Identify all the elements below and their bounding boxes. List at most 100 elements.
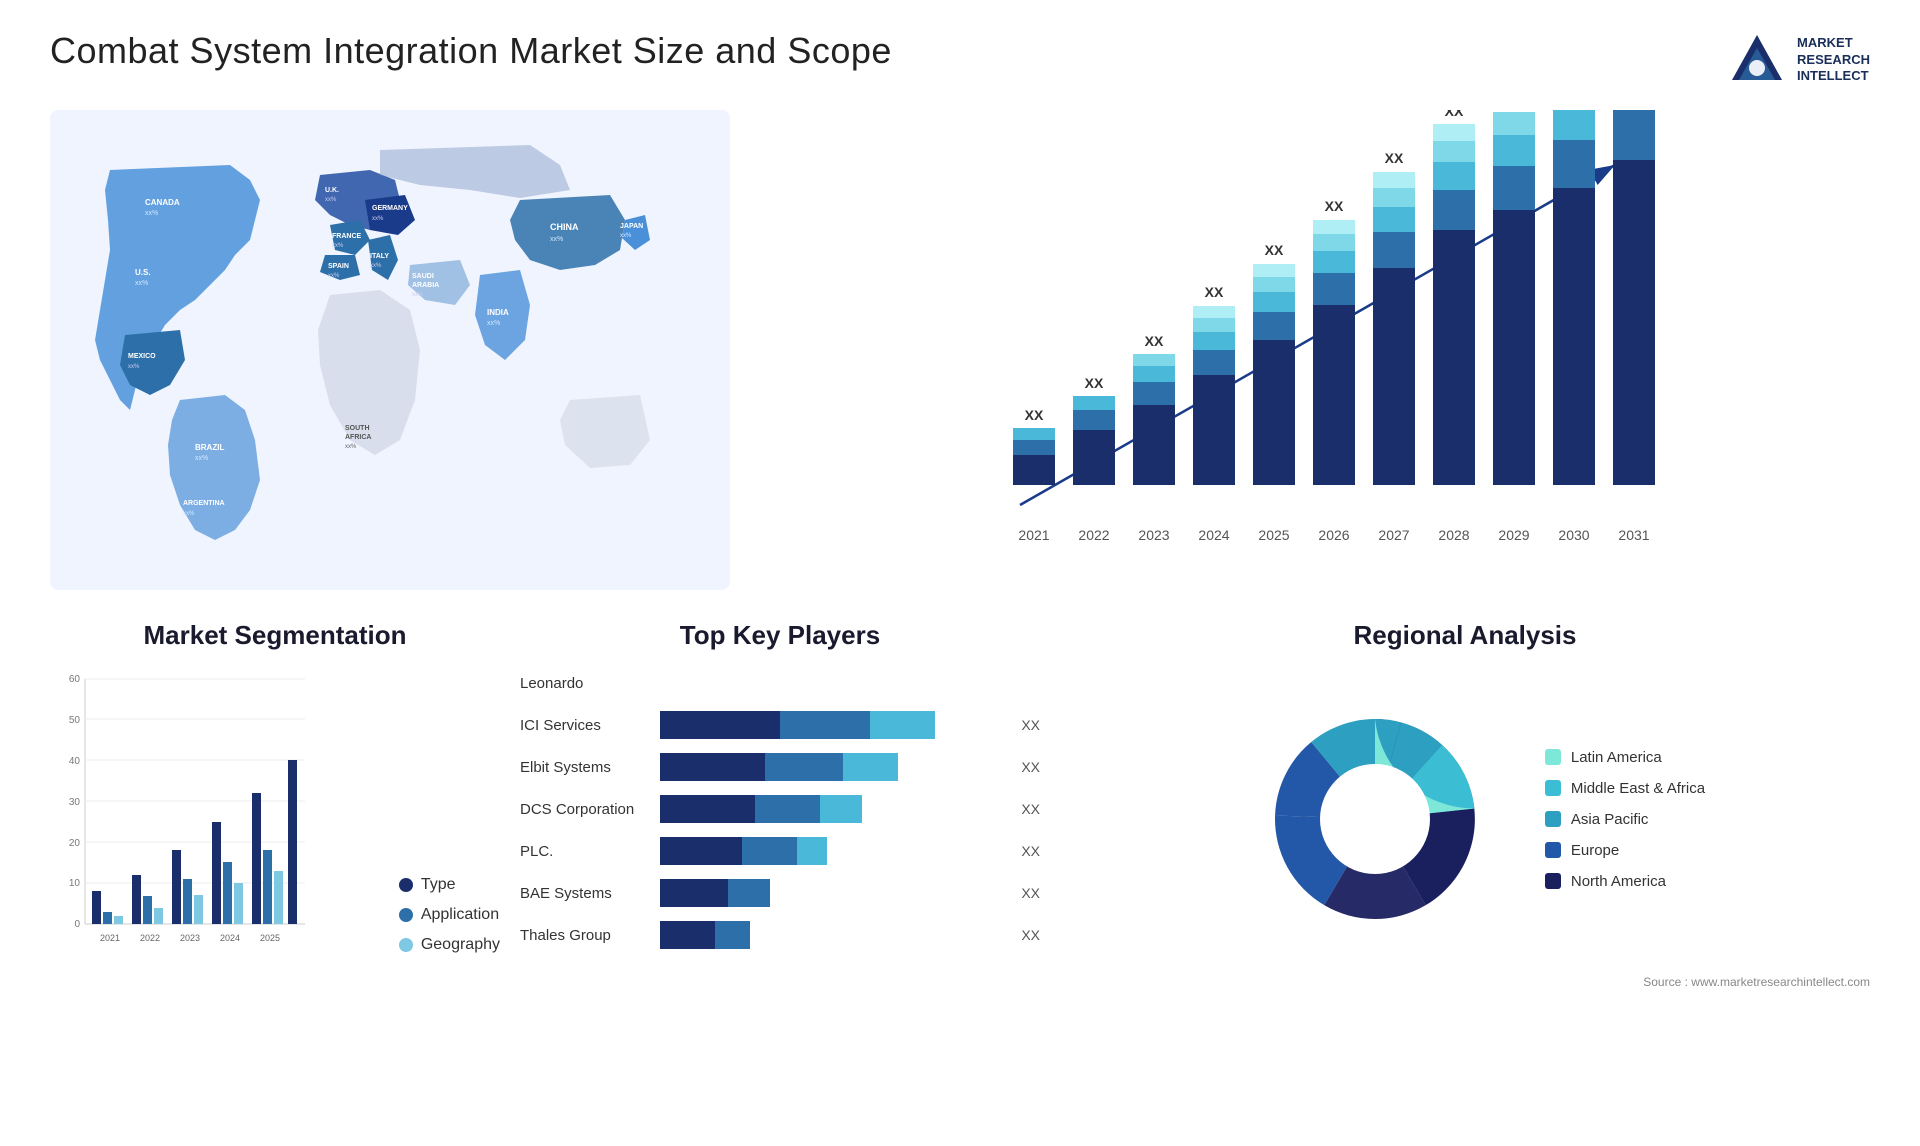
- bar-seg2: [715, 921, 750, 949]
- svg-text:0: 0: [74, 919, 80, 930]
- player-row: PLC. XX: [520, 837, 1040, 865]
- legend-type: Type: [399, 876, 500, 894]
- north-america-dot: [1545, 873, 1561, 889]
- svg-text:GERMANY: GERMANY: [372, 205, 408, 212]
- key-players-section: Top Key Players Leonardo ICI Services XX: [520, 620, 1040, 1050]
- svg-text:CANADA: CANADA: [145, 198, 180, 207]
- svg-text:xx%: xx%: [370, 263, 382, 269]
- svg-text:SPAIN: SPAIN: [328, 263, 349, 270]
- bar-seg1: [660, 753, 765, 781]
- svg-text:xx%: xx%: [412, 292, 424, 298]
- seg-chart-area: 0 10 20 30 40 50 60: [50, 669, 500, 974]
- donut-wrap: [1225, 669, 1525, 969]
- top-section: CANADA xx% U.S. xx% MEXICO xx% BRAZIL xx…: [50, 110, 1870, 590]
- svg-text:xx%: xx%: [128, 364, 140, 370]
- bar-seg1: [660, 711, 780, 739]
- svg-text:MEXICO: MEXICO: [128, 353, 156, 360]
- regional-title: Regional Analysis: [1060, 620, 1870, 651]
- player-label: XX: [1021, 801, 1040, 817]
- svg-text:2029: 2029: [1498, 527, 1529, 543]
- svg-text:xx%: xx%: [145, 210, 158, 217]
- player-name: PLC.: [520, 843, 650, 860]
- legend-asia-pacific: Asia Pacific: [1545, 811, 1705, 828]
- svg-text:AFRICA: AFRICA: [345, 434, 371, 441]
- player-label: XX: [1021, 885, 1040, 901]
- bar-seg2: [765, 753, 843, 781]
- svg-text:2024: 2024: [1198, 527, 1229, 543]
- bar-seg2: [728, 879, 770, 907]
- svg-text:2026: 2026: [1318, 527, 1349, 543]
- player-row: BAE Systems XX: [520, 879, 1040, 907]
- segmentation-section: Market Segmentation 0 10 20 30: [50, 620, 500, 1050]
- svg-text:XX: XX: [1145, 333, 1164, 349]
- legend-europe: Europe: [1545, 842, 1705, 859]
- latin-america-label: Latin America: [1571, 749, 1662, 766]
- logo-icon: [1727, 30, 1787, 90]
- svg-text:2021: 2021: [1018, 527, 1049, 543]
- player-row: Elbit Systems XX: [520, 753, 1040, 781]
- player-bar-wrap: [660, 879, 1005, 907]
- bar-seg2: [742, 837, 797, 865]
- bar-seg1: [660, 921, 715, 949]
- svg-text:2027: 2027: [1378, 527, 1409, 543]
- key-players-title: Top Key Players: [520, 620, 1040, 651]
- svg-text:60: 60: [69, 674, 81, 685]
- player-bar-wrap: [660, 753, 1005, 781]
- svg-text:xx%: xx%: [135, 280, 148, 287]
- player-label: XX: [1021, 759, 1040, 775]
- asia-pacific-label: Asia Pacific: [1571, 811, 1649, 828]
- latin-america-dot: [1545, 749, 1561, 765]
- player-row: DCS Corporation XX: [520, 795, 1040, 823]
- bar-chart-container: XX 2021 XX 2022 XX: [760, 110, 1870, 590]
- svg-text:SAUDI: SAUDI: [412, 273, 434, 280]
- bar-seg3: [843, 753, 898, 781]
- svg-text:2022: 2022: [1078, 527, 1109, 543]
- seg-chart-svg: 0 10 20 30 40 50 60: [50, 669, 310, 969]
- segmentation-title: Market Segmentation: [50, 620, 500, 651]
- svg-text:xx%: xx%: [372, 216, 384, 222]
- europe-label: Europe: [1571, 842, 1619, 859]
- player-name: DCS Corporation: [520, 801, 650, 818]
- player-label: XX: [1021, 843, 1040, 859]
- svg-text:JAPAN: JAPAN: [620, 223, 643, 230]
- mea-dot: [1545, 780, 1561, 796]
- region-legend: Latin America Middle East & Africa Asia …: [1545, 749, 1705, 890]
- player-bar-wrap: [660, 795, 1005, 823]
- svg-text:xx%: xx%: [328, 273, 340, 279]
- svg-text:XX: XX: [1205, 284, 1224, 300]
- bottom-section: Market Segmentation 0 10 20 30: [50, 620, 1870, 1050]
- svg-text:ARABIA: ARABIA: [412, 282, 439, 289]
- svg-text:xx%: xx%: [332, 243, 344, 249]
- player-bar-wrap: [660, 669, 1040, 697]
- geography-label: Geography: [421, 936, 500, 954]
- svg-text:XX: XX: [1265, 242, 1284, 258]
- svg-text:2024: 2024: [220, 933, 240, 943]
- svg-text:FRANCE: FRANCE: [332, 233, 361, 240]
- europe-dot: [1545, 842, 1561, 858]
- svg-text:2030: 2030: [1558, 527, 1589, 543]
- bar-seg2: [780, 711, 870, 739]
- svg-text:XX: XX: [1025, 407, 1044, 423]
- svg-text:2025: 2025: [1258, 527, 1289, 543]
- players-list: Leonardo ICI Services XX Elbit Systems: [520, 669, 1040, 949]
- legend-geography: Geography: [399, 936, 500, 954]
- player-row: Leonardo: [520, 669, 1040, 697]
- type-dot: [399, 878, 413, 892]
- player-row: ICI Services XX: [520, 711, 1040, 739]
- player-name: BAE Systems: [520, 885, 650, 902]
- svg-text:2023: 2023: [1138, 527, 1169, 543]
- svg-text:XX: XX: [1445, 110, 1464, 119]
- svg-text:2031: 2031: [1618, 527, 1649, 543]
- world-map: CANADA xx% U.S. xx% MEXICO xx% BRAZIL xx…: [50, 110, 730, 590]
- application-dot: [399, 908, 413, 922]
- svg-text:SOUTH: SOUTH: [345, 425, 370, 432]
- svg-text:XX: XX: [1085, 375, 1104, 391]
- asia-pacific-dot: [1545, 811, 1561, 827]
- bar-seg1: [660, 795, 755, 823]
- svg-text:2021: 2021: [100, 933, 120, 943]
- player-name: Leonardo: [520, 675, 650, 692]
- svg-text:CHINA: CHINA: [550, 222, 579, 232]
- legend-application: Application: [399, 906, 500, 924]
- player-label: XX: [1021, 717, 1040, 733]
- svg-text:ITALY: ITALY: [370, 253, 389, 260]
